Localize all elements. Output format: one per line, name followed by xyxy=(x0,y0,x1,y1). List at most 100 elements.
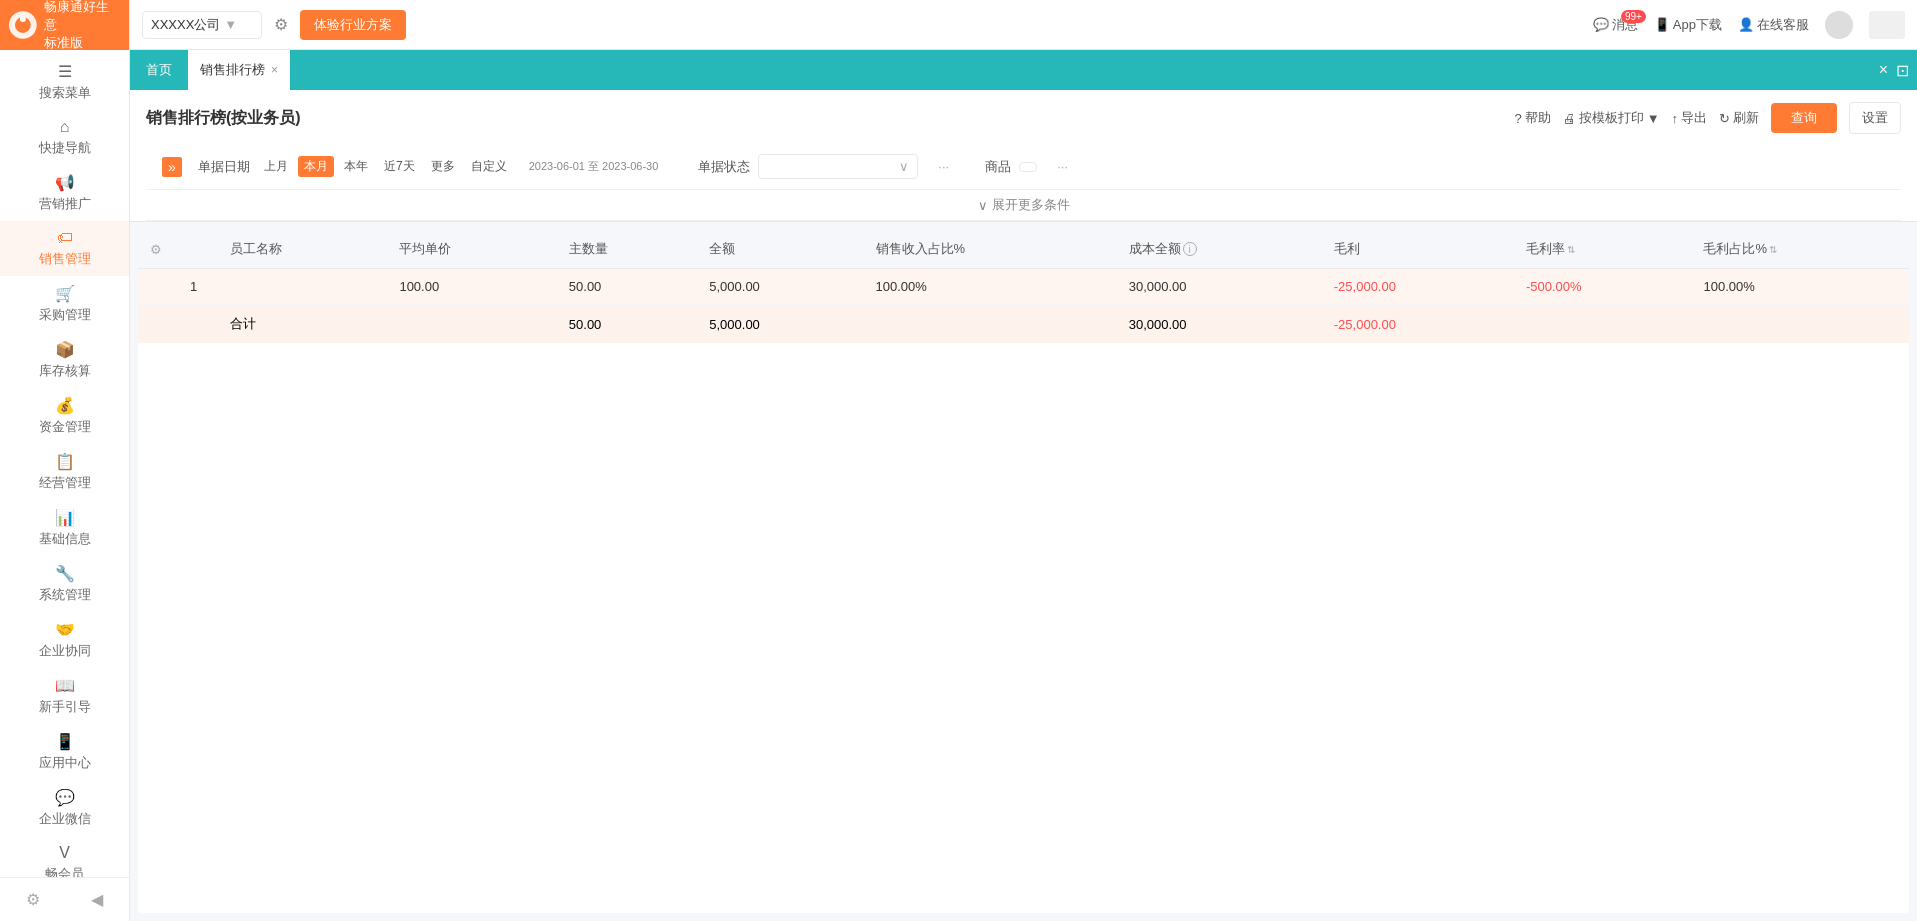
ops-icon: 📋 xyxy=(55,452,75,471)
footer-sales-pct-cell xyxy=(864,305,1117,344)
sidebar-item-sales[interactable]: 🏷 销售管理 xyxy=(0,221,129,276)
sidebar-label-shortcut: 快捷导航 xyxy=(39,139,91,157)
sidebar-item-inventory[interactable]: 📦 库存核算 xyxy=(0,332,129,388)
sidebar-label-guide: 新手引导 xyxy=(39,698,91,716)
date-filter-label: 单据日期 xyxy=(198,158,250,176)
col-avg-price: 平均单价 xyxy=(387,230,556,269)
tab-sales-ranking[interactable]: 销售排行榜 × xyxy=(188,50,290,90)
status-select[interactable]: ∨ xyxy=(758,154,918,179)
sidebar: 畅康通好生意 标准版 ☰ 搜索菜单 ⌂ 快捷导航 📢 营销推广 🏷 销售管理 🛒… xyxy=(0,0,130,921)
expand-more-button[interactable]: ∨ 展开更多条件 xyxy=(978,196,1070,214)
sidebar-item-marketing[interactable]: 📢 营销推广 xyxy=(0,165,129,221)
top-header: XXXXX公司 ▼ ⚙ 体验行业方案 💬 消息 99+ 📱 App下载 👤 在线… xyxy=(130,0,1917,50)
marketing-icon: 📢 xyxy=(55,173,75,192)
avatar[interactable] xyxy=(1825,11,1853,39)
help-icon: ? xyxy=(1514,111,1521,126)
export-button[interactable]: ↑ 导出 xyxy=(1672,109,1708,127)
date-tab-this-year[interactable]: 本年 xyxy=(338,156,374,177)
cost-info-icon[interactable]: i xyxy=(1183,242,1197,256)
col-amount: 全额 xyxy=(697,230,863,269)
status-select-arrow: ∨ xyxy=(899,159,909,174)
sidebar-label-system: 系统管理 xyxy=(39,586,91,604)
help-button[interactable]: ? 帮助 xyxy=(1514,109,1550,127)
date-tab-custom[interactable]: 自定义 xyxy=(465,156,513,177)
sidebar-item-basic[interactable]: 📊 基础信息 xyxy=(0,500,129,556)
date-tab-last-month[interactable]: 上月 xyxy=(258,156,294,177)
date-tab-more[interactable]: 更多 xyxy=(425,156,461,177)
print-button[interactable]: 🖨 按模板打印 ▼ xyxy=(1563,109,1660,127)
tab-home[interactable]: 首页 xyxy=(130,50,188,90)
query-button[interactable]: 查询 xyxy=(1771,103,1837,133)
goods-select[interactable] xyxy=(1019,162,1037,172)
sidebar-item-search[interactable]: ☰ 搜索菜单 xyxy=(0,54,129,110)
sidebar-logo: 畅康通好生意 标准版 xyxy=(0,0,129,50)
print-icon: 🖨 xyxy=(1563,111,1576,126)
date-tab-7days[interactable]: 近7天 xyxy=(378,156,421,177)
footer-rank-cell xyxy=(178,305,218,344)
settings-bottom-icon[interactable]: ⚙ xyxy=(18,886,48,913)
member-icon: V xyxy=(59,844,70,862)
footer-amount-cell: 5,000.00 xyxy=(697,305,863,344)
company-name: XXXXX公司 xyxy=(151,16,220,34)
page-title-row: 销售排行榜(按业务员) ? 帮助 🖨 按模板打印 ▼ ↑ 导出 xyxy=(146,102,1901,144)
filter-expand-button[interactable]: » xyxy=(162,157,182,177)
collapse-icon[interactable]: ◀ xyxy=(83,886,111,913)
cell-sales-pct: 100.00% xyxy=(864,269,1117,305)
sidebar-item-finance[interactable]: 💰 资金管理 xyxy=(0,388,129,444)
company-selector[interactable]: XXXXX公司 ▼ xyxy=(142,11,262,39)
profit-pct-sort-icon[interactable]: ⇅ xyxy=(1769,244,1777,255)
online-service-button[interactable]: 👤 在线客服 xyxy=(1738,16,1809,34)
cell-name xyxy=(218,269,387,305)
sidebar-item-ops[interactable]: 📋 经营管理 xyxy=(0,444,129,500)
filter-more-dots[interactable]: ··· xyxy=(934,159,953,174)
sidebar-label-finance: 资金管理 xyxy=(39,418,91,436)
settings-button[interactable]: 设置 xyxy=(1849,102,1901,134)
collab-icon: 🤝 xyxy=(55,620,75,639)
table-body: 1 100.00 50.00 5,000.00 100.00% 30,000.0… xyxy=(138,269,1909,305)
app-download-button[interactable]: 📱 App下载 xyxy=(1654,16,1722,34)
sidebar-label-inventory: 库存核算 xyxy=(39,362,91,380)
col-name: 员工名称 xyxy=(218,230,387,269)
wechat-icon: 💬 xyxy=(55,788,75,807)
shortcut-icon: ⌂ xyxy=(60,118,70,136)
col-profit-rate: 毛利率⇅ xyxy=(1514,230,1692,269)
sidebar-item-guide[interactable]: 📖 新手引导 xyxy=(0,668,129,724)
profit-rate-sort-icon[interactable]: ⇅ xyxy=(1567,244,1575,255)
tab-window-close-icon[interactable]: × xyxy=(1879,61,1888,79)
sidebar-nav: ☰ 搜索菜单 ⌂ 快捷导航 📢 营销推广 🏷 销售管理 🛒 采购管理 📦 库存核… xyxy=(0,50,129,877)
sidebar-label-apps: 应用中心 xyxy=(39,754,91,772)
date-tab-this-month[interactable]: 本月 xyxy=(298,156,334,177)
sidebar-label-ops: 经营管理 xyxy=(39,474,91,492)
content-area: 销售排行榜(按业务员) ? 帮助 🖨 按模板打印 ▼ ↑ 导出 xyxy=(130,90,1917,921)
cell-avg-price: 100.00 xyxy=(387,269,556,305)
svg-point-2 xyxy=(20,16,26,22)
guide-icon: 📖 xyxy=(55,676,75,695)
sidebar-item-purchase[interactable]: 🛒 采购管理 xyxy=(0,276,129,332)
date-tabs: 上月 本月 本年 近7天 更多 自定义 xyxy=(258,156,513,177)
goods-more-dots[interactable]: ··· xyxy=(1053,159,1072,174)
col-settings[interactable]: ⚙ xyxy=(138,230,178,269)
table-row: 1 100.00 50.00 5,000.00 100.00% 30,000.0… xyxy=(138,269,1909,305)
home-tab-label: 首页 xyxy=(146,61,172,79)
page-title: 销售排行榜(按业务员) xyxy=(146,108,301,129)
inventory-icon: 📦 xyxy=(55,340,75,359)
cell-settings xyxy=(138,269,178,305)
sidebar-item-wechat[interactable]: 💬 企业微信 xyxy=(0,780,129,836)
sidebar-item-collab[interactable]: 🤝 企业协同 xyxy=(0,612,129,668)
trial-button[interactable]: 体验行业方案 xyxy=(300,10,406,40)
settings-icon[interactable]: ⚙ xyxy=(270,11,292,38)
sidebar-item-shortcut[interactable]: ⌂ 快捷导航 xyxy=(0,110,129,165)
sidebar-item-apps[interactable]: 📱 应用中心 xyxy=(0,724,129,780)
tab-close-icon[interactable]: × xyxy=(271,63,278,77)
sidebar-label-basic: 基础信息 xyxy=(39,530,91,548)
footer-label-cell: 合计 xyxy=(218,305,387,344)
refresh-button[interactable]: ↻ 刷新 xyxy=(1719,109,1759,127)
sidebar-item-system[interactable]: 🔧 系统管理 xyxy=(0,556,129,612)
message-button[interactable]: 💬 消息 99+ xyxy=(1593,16,1638,34)
sidebar-item-member[interactable]: V 畅会员 xyxy=(0,836,129,877)
tab-window-restore-icon[interactable]: ⊡ xyxy=(1896,61,1909,80)
footer-cost-amount-cell: 30,000.00 xyxy=(1117,305,1322,344)
print-dropdown-arrow: ▼ xyxy=(1647,111,1660,126)
status-filter-group: 单据状态 ∨ xyxy=(698,154,918,179)
footer-profit-pct-cell xyxy=(1691,305,1909,344)
